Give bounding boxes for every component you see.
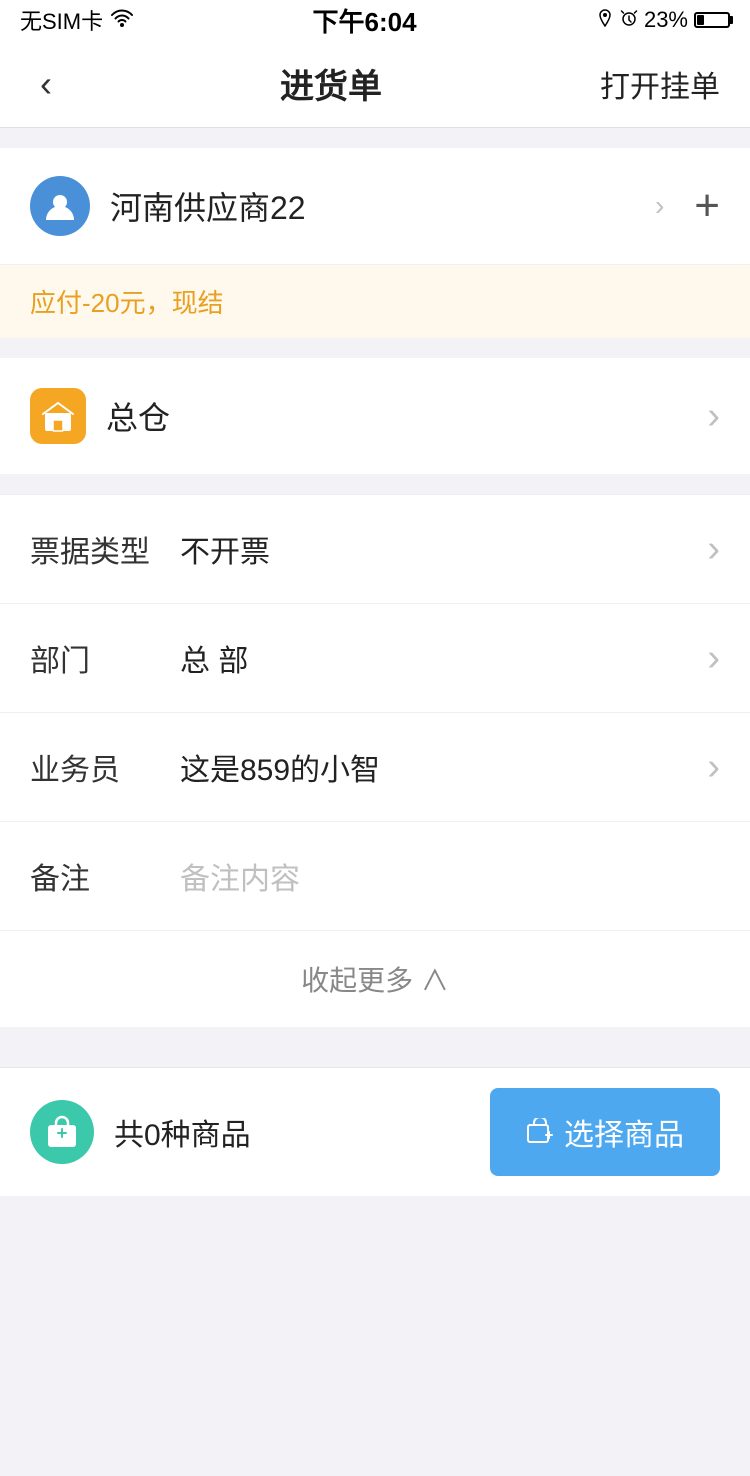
alarm-icon: [620, 7, 638, 33]
warehouse-card: 总仓: [0, 358, 750, 474]
page-rest: [0, 1196, 750, 1476]
section-gap-2: [0, 338, 750, 358]
remark-input[interactable]: 备注内容: [180, 854, 720, 898]
warehouse-chevron-icon: [707, 395, 720, 438]
goods-count-text: 共0种商品: [114, 1110, 490, 1154]
carrier-text: 无SIM卡: [20, 4, 103, 36]
back-button[interactable]: ‹: [30, 53, 62, 115]
battery-icon: [694, 12, 730, 28]
salesperson-label: 业务员: [30, 745, 170, 789]
supplier-row[interactable]: 河南供应商22 › +: [0, 148, 750, 265]
select-goods-label: 选择商品: [564, 1110, 684, 1154]
status-time: 下午6:04: [313, 2, 417, 39]
notice-text: 应付-20元，现结: [30, 288, 224, 318]
warehouse-name: 总仓: [106, 393, 707, 439]
supplier-card: 河南供应商22 › + 应付-20元，现结: [0, 148, 750, 338]
ticket-type-chevron-icon: [707, 528, 720, 571]
goods-icon: [30, 1100, 94, 1164]
notice-banner: 应付-20元，现结: [0, 265, 750, 338]
supplier-chevron-icon: ›: [655, 190, 664, 222]
department-row[interactable]: 部门 总 部: [0, 603, 750, 712]
status-carrier-area: 无SIM卡: [20, 4, 133, 36]
section-gap-1: [0, 128, 750, 148]
remark-label: 备注: [30, 854, 170, 898]
section-gap-3: [0, 474, 750, 494]
ticket-type-label: 票据类型: [30, 527, 170, 571]
select-goods-button[interactable]: 选择商品: [490, 1088, 720, 1176]
open-pending-button[interactable]: 打开挂单: [600, 62, 720, 106]
salesperson-value: 这是859的小智: [180, 745, 707, 789]
wifi-icon: [111, 7, 133, 33]
form-card: 票据类型 不开票 部门 总 部 业务员 这是859的小智 备注 备注内容 收起更…: [0, 494, 750, 1027]
salesperson-row[interactable]: 业务员 这是859的小智: [0, 712, 750, 821]
location-icon: [596, 7, 614, 33]
ticket-type-row[interactable]: 票据类型 不开票: [0, 494, 750, 603]
nav-bar: ‹ 进货单 打开挂单: [0, 40, 750, 128]
status-bar: 无SIM卡 下午6:04 23%: [0, 0, 750, 40]
department-value: 总 部: [180, 636, 707, 680]
supplier-avatar: [30, 176, 90, 236]
battery-percentage: 23%: [644, 7, 688, 33]
section-gap-4: [0, 1027, 750, 1047]
warehouse-row[interactable]: 总仓: [0, 358, 750, 474]
bottom-bar: 共0种商品 选择商品: [0, 1067, 750, 1196]
collapse-toggle[interactable]: 收起更多 ∧: [0, 930, 750, 1027]
department-label: 部门: [30, 636, 170, 680]
salesperson-chevron-icon: [707, 746, 720, 789]
supplier-name: 河南供应商22: [110, 183, 655, 229]
remark-row[interactable]: 备注 备注内容: [0, 821, 750, 930]
status-icons: 23%: [596, 7, 730, 33]
ticket-type-value: 不开票: [180, 527, 707, 571]
department-chevron-icon: [707, 637, 720, 680]
page-title: 进货单: [280, 59, 382, 108]
warehouse-icon: [30, 388, 86, 444]
add-supplier-button[interactable]: +: [694, 181, 720, 231]
